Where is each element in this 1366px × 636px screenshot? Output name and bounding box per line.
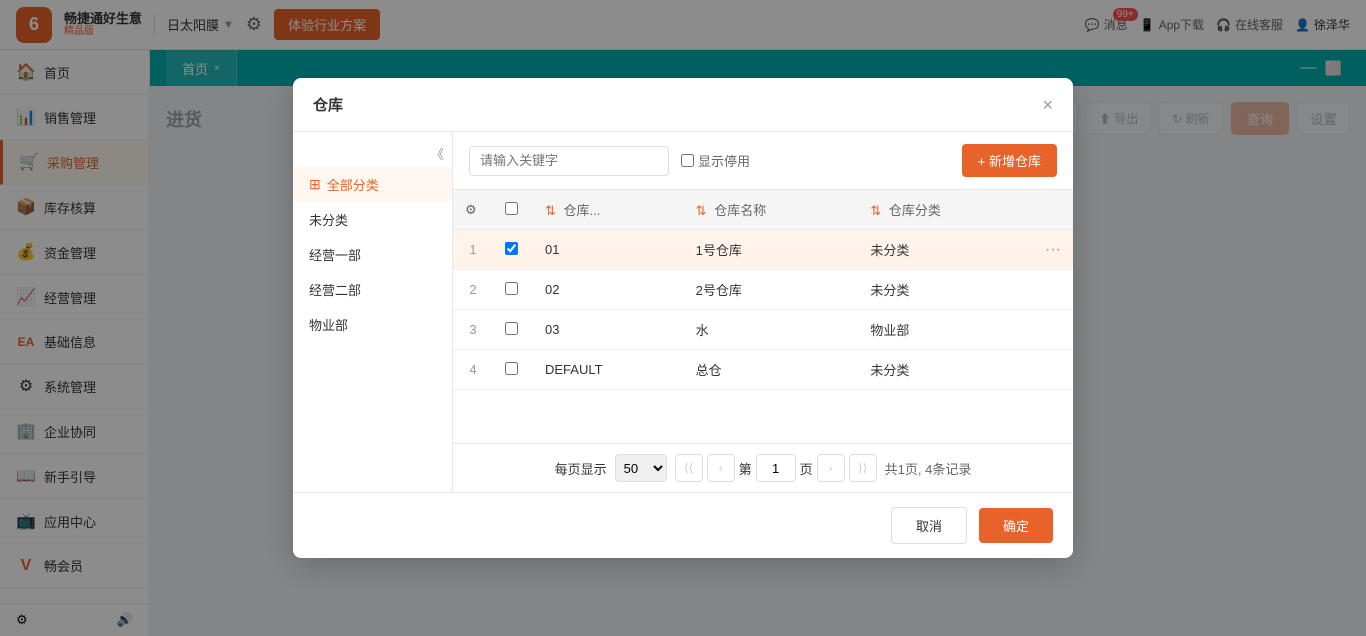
page-unit: 页 [800,459,813,478]
table-row[interactable]: 4 DEFAULT 总仓 未分类 [453,350,1073,390]
row-checkbox-cell [493,270,533,310]
row-more-actions [1033,270,1073,310]
search-icon[interactable]: 🔍 [666,147,669,175]
row-number: 2 [453,270,493,310]
select-all-checkbox[interactable] [505,202,518,215]
first-page-btn[interactable]: ⟨⟨ [675,454,703,482]
cat-item-unclassified[interactable]: 未分类 [293,202,452,237]
search-input[interactable] [470,147,666,174]
grid-icon: ⊞ [309,176,321,193]
col-name-header: ⇅ 仓库名称 [684,190,859,230]
row-category: 未分类 [858,350,1033,390]
table-header-row: ⚙ ⇅ 仓库... ⇅ [453,190,1073,230]
total-info: 共1页, 4条记录 [885,459,972,478]
modal-title: 仓库 [313,94,343,115]
row-category: 未分类 [858,270,1033,310]
cat-item-all[interactable]: ⊞ 全部分类 [293,167,452,202]
row-checkbox[interactable] [505,242,518,255]
modal-category-sidebar: 《 ⊞ 全部分类 未分类 经营一部 经营二部 物业部 [293,132,453,492]
row-code: 01 [533,230,684,270]
row-name: 总仓 [684,350,859,390]
table-row[interactable]: 1 01 1号仓库 未分类 ··· [453,230,1073,270]
cat-label-unclassified: 未分类 [309,210,348,229]
row-code: DEFAULT [533,350,684,390]
confirm-btn[interactable]: 确定 [979,508,1053,543]
sort-icon-2: ⇅ [696,203,707,218]
table-row[interactable]: 3 03 水 物业部 [453,310,1073,350]
cat-label-all: 全部分类 [327,175,379,194]
per-page-label: 每页显示 [555,459,607,478]
add-warehouse-btn[interactable]: + 新增仓库 [962,144,1057,177]
settings-col-icon: ⚙ [465,202,477,217]
col-code-header: ⇅ 仓库... [533,190,684,230]
search-box: 🔍 [469,146,669,176]
row-code: 02 [533,270,684,310]
show-disabled-checkbox[interactable] [681,154,694,167]
cat-label-dept2: 经营二部 [309,280,361,299]
warehouse-table: ⚙ ⇅ 仓库... ⇅ [453,190,1073,390]
row-number: 4 [453,350,493,390]
col-actions-header [1033,190,1073,230]
warehouse-modal: 仓库 × 《 ⊞ 全部分类 未分类 经营一部 [293,78,1073,558]
modal-toolbar: 🔍 显示停用 + 新增仓库 [453,132,1073,190]
modal-header: 仓库 × [293,78,1073,132]
row-checkbox-cell [493,230,533,270]
modal-main-content: 🔍 显示停用 + 新增仓库 ⚙ [453,132,1073,492]
row-more-actions: ··· [1033,230,1073,270]
warehouse-table-wrap: ⚙ ⇅ 仓库... ⇅ [453,190,1073,443]
chevron-left-icon: 《 [431,144,444,163]
cat-item-dept2[interactable]: 经营二部 [293,272,452,307]
modal-close-btn[interactable]: × [1042,96,1053,114]
row-checkbox-cell [493,310,533,350]
next-page-btn[interactable]: › [817,454,845,482]
row-number: 1 [453,230,493,270]
per-page-select[interactable]: 50 10 20 100 [615,454,667,482]
cat-item-property[interactable]: 物业部 [293,307,452,342]
page-label: 第 [739,459,752,478]
sidebar-collapse-btn[interactable]: 《 [293,140,452,167]
row-number: 3 [453,310,493,350]
sort-icon-3: ⇅ [870,203,881,218]
row-more-actions [1033,350,1073,390]
show-disabled-label[interactable]: 显示停用 [681,151,750,170]
row-code: 03 [533,310,684,350]
col-checkbox [493,190,533,230]
row-checkbox[interactable] [505,282,518,295]
cat-item-dept1[interactable]: 经营一部 [293,237,452,272]
col-category-header: ⇅ 仓库分类 [858,190,1033,230]
row-name: 水 [684,310,859,350]
last-page-btn[interactable]: ⟩⟩ [849,454,877,482]
prev-page-btn[interactable]: ‹ [707,454,735,482]
modal-actions: 取消 确定 [293,492,1073,558]
row-category: 物业部 [858,310,1033,350]
cat-label-dept1: 经营一部 [309,245,361,264]
row-name: 2号仓库 [684,270,859,310]
pagination-bar: 每页显示 50 10 20 100 ⟨⟨ ‹ 第 页 › ⟩⟩ [453,443,1073,492]
table-row[interactable]: 2 02 2号仓库 未分类 [453,270,1073,310]
pagination: ⟨⟨ ‹ 第 页 › ⟩⟩ [675,454,877,482]
cancel-btn[interactable]: 取消 [891,507,967,544]
row-name: 1号仓库 [684,230,859,270]
row-more-actions [1033,310,1073,350]
row-checkbox-cell [493,350,533,390]
more-icon[interactable]: ··· [1045,241,1061,258]
modal-overlay: 仓库 × 《 ⊞ 全部分类 未分类 经营一部 [0,0,1366,636]
row-category: 未分类 [858,230,1033,270]
page-number-input[interactable] [756,454,796,482]
cat-label-property: 物业部 [309,315,348,334]
sort-icon: ⇅ [545,203,556,218]
row-checkbox[interactable] [505,322,518,335]
modal-body: 《 ⊞ 全部分类 未分类 经营一部 经营二部 物业部 [293,132,1073,492]
row-checkbox[interactable] [505,362,518,375]
col-settings: ⚙ [453,190,493,230]
